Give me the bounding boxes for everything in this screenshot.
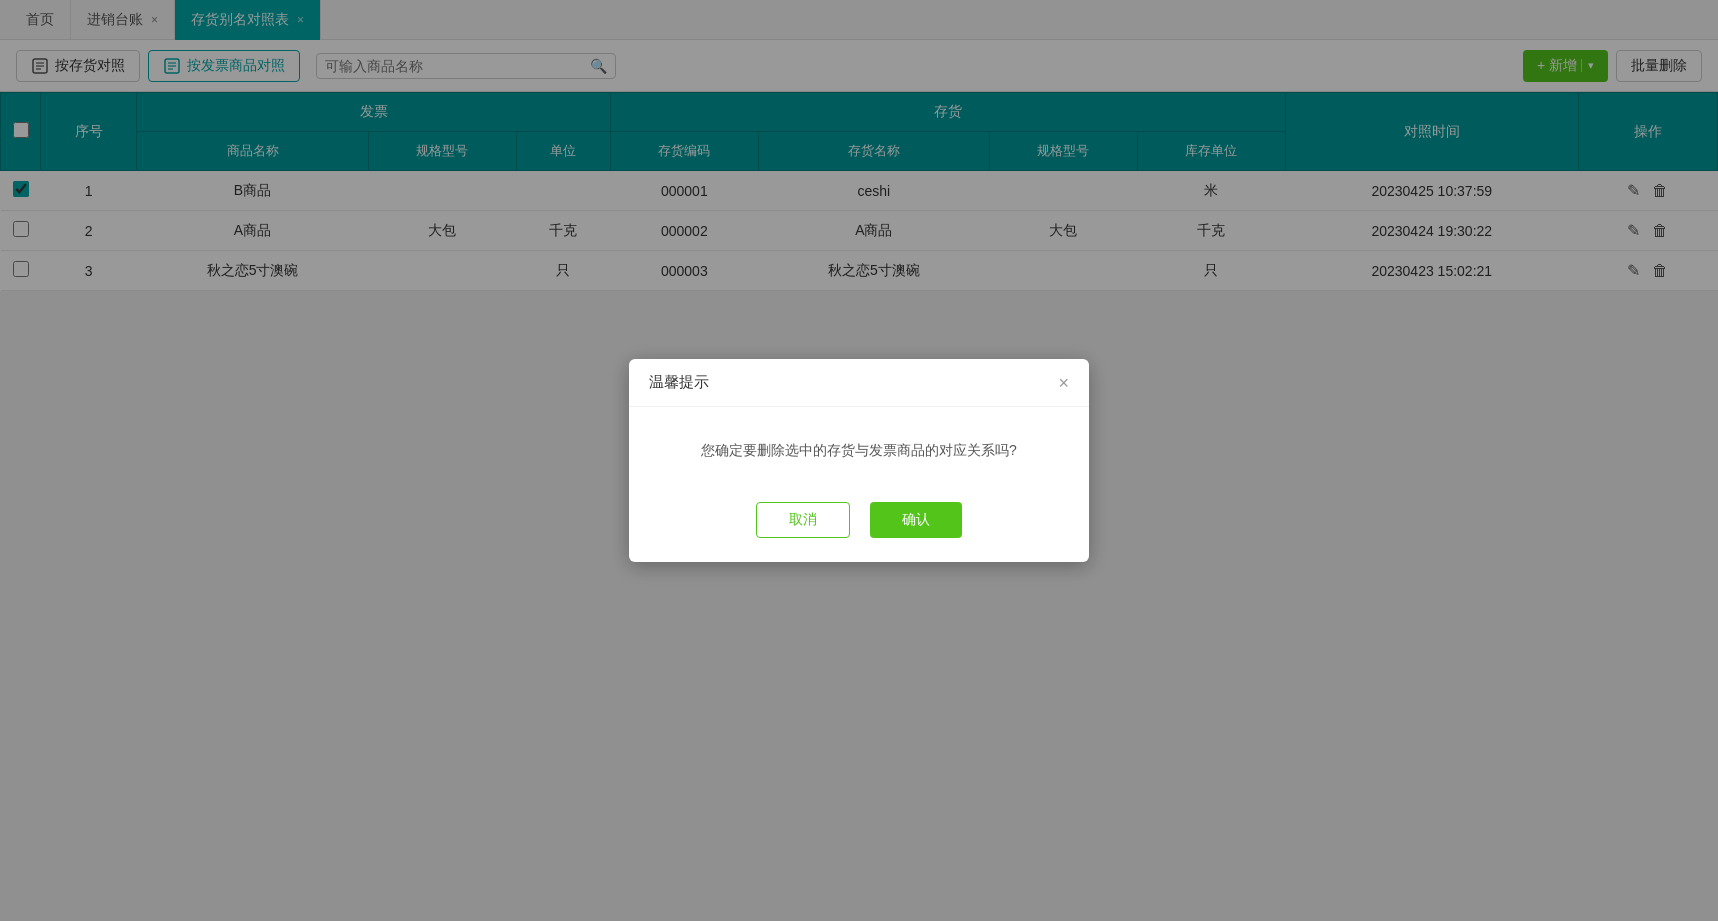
modal-overlay: 温馨提示 × 您确定要删除选中的存货与发票商品的对应关系吗? 取消 确认 xyxy=(0,0,1718,291)
